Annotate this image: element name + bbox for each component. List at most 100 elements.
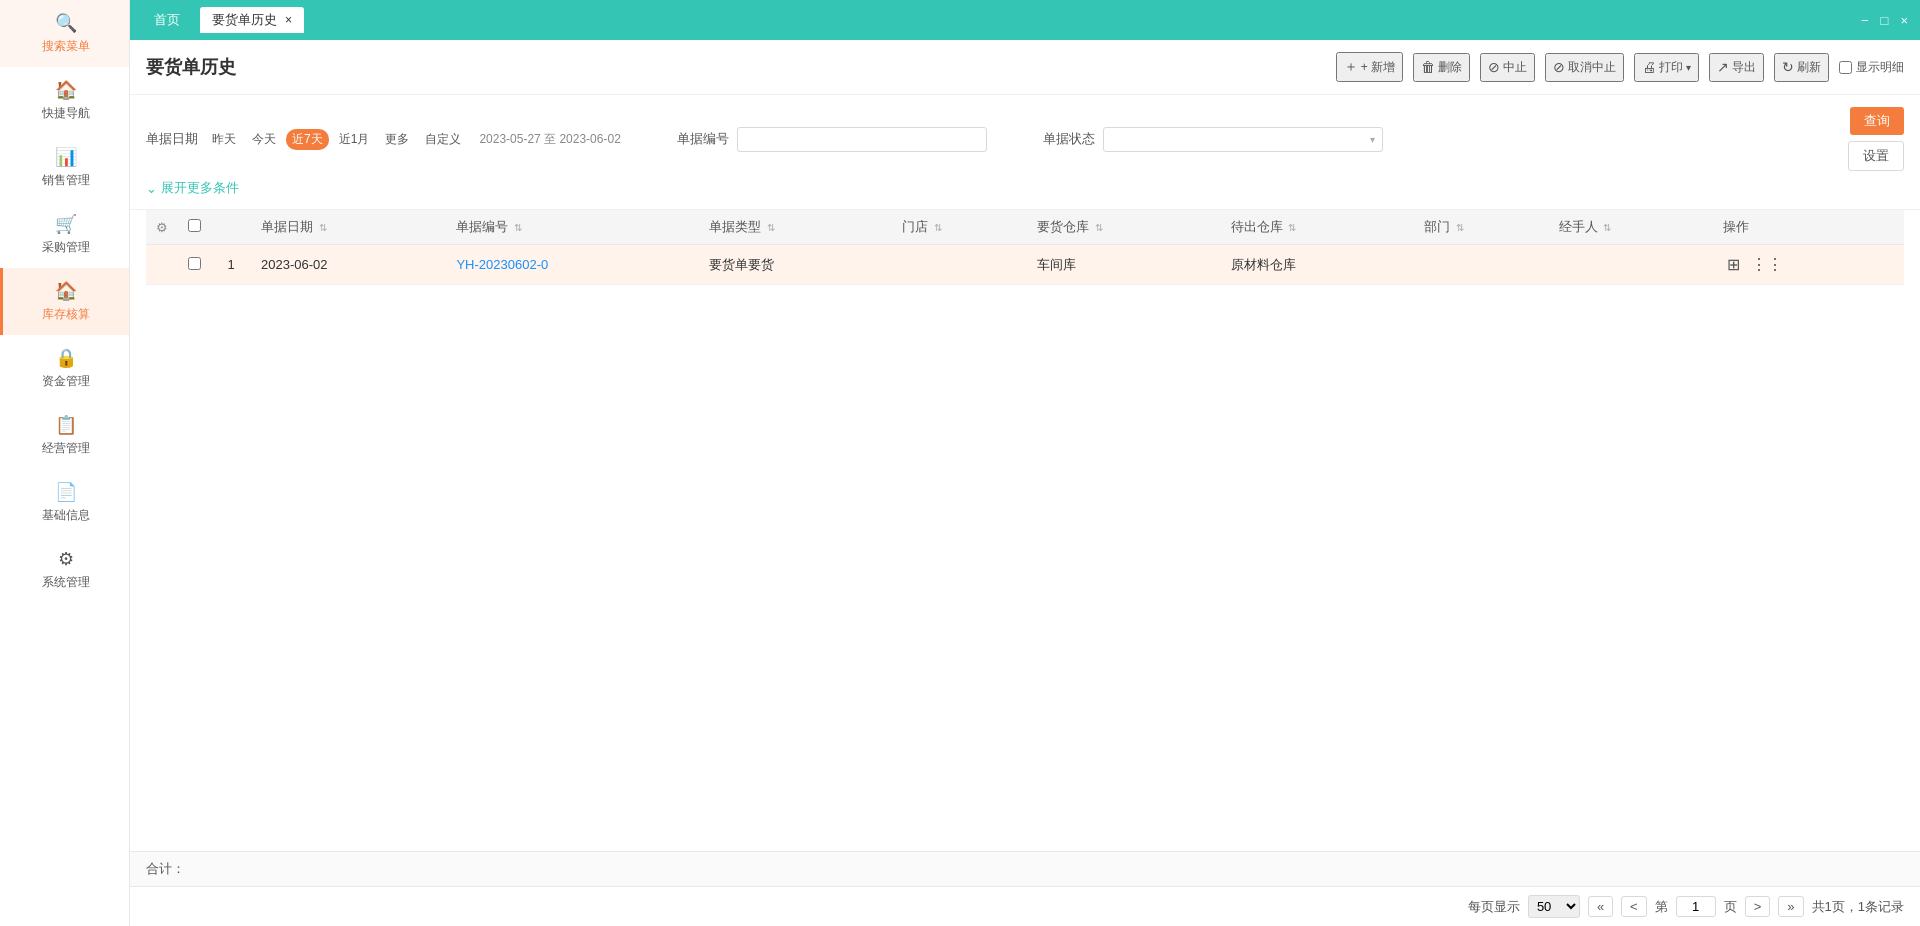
col-req-warehouse: 要货仓库 ⇅ — [1027, 210, 1220, 245]
new-icon: ＋ — [1344, 58, 1358, 76]
req-warehouse-sort-icon[interactable]: ⇅ — [1095, 222, 1103, 233]
sidebar-item-inventory[interactable]: 🏠 库存核算 — [0, 268, 129, 335]
date-sort-icon[interactable]: ⇅ — [319, 222, 327, 233]
data-table: ⚙ 单据日期 ⇅ 单据编号 ⇅ — [146, 210, 1904, 285]
minimize-btn[interactable]: − — [1861, 13, 1869, 28]
tab-active[interactable]: 要货单历史 × — [200, 7, 304, 33]
sidebar-item-label: 搜索菜单 — [42, 38, 90, 55]
expand-more-icon: ⌄ — [146, 181, 157, 196]
content-area: 要货单历史 ＋ + 新增 🗑 删除 ⊘ 中止 ⊘ 取消中止 — [130, 40, 1920, 926]
sidebar-item-label: 系统管理 — [42, 574, 90, 591]
sidebar-item-finance-mgmt[interactable]: 🔒 资金管理 — [0, 335, 129, 402]
purchase-icon: 🛒 — [55, 213, 77, 235]
delete-label: 删除 — [1438, 59, 1462, 76]
summary-label: 合计： — [146, 861, 185, 876]
dept-sort-icon[interactable]: ⇅ — [1456, 222, 1464, 233]
sidebar-item-label: 基础信息 — [42, 507, 90, 524]
system-icon: ⚙ — [58, 548, 74, 570]
suspend-icon: ⊘ — [1488, 59, 1500, 75]
prev-page-btn[interactable]: < — [1621, 896, 1647, 917]
refresh-button[interactable]: ↻ 刷新 — [1774, 53, 1829, 82]
date-btn-more[interactable]: 更多 — [379, 129, 415, 150]
row-checkbox — [178, 245, 211, 285]
topbar-right: − □ × — [1861, 13, 1908, 28]
handler-sort-icon[interactable]: ⇅ — [1603, 222, 1611, 233]
export-button[interactable]: ↗ 导出 — [1709, 53, 1764, 82]
date-btn-today[interactable]: 今天 — [246, 129, 282, 150]
tab-close-icon[interactable]: × — [285, 13, 292, 27]
query-button[interactable]: 查询 — [1850, 107, 1904, 135]
col-num — [211, 210, 251, 245]
total-info: 共1页，1条记录 — [1812, 898, 1904, 916]
status-filter-label: 单据状态 — [1043, 130, 1095, 148]
col-dept-label: 部门 — [1424, 219, 1450, 234]
cancel-suspend-label: 取消中止 — [1568, 59, 1616, 76]
inventory-icon: 🏠 — [55, 280, 77, 302]
maximize-btn[interactable]: □ — [1881, 13, 1889, 28]
first-page-btn[interactable]: « — [1588, 896, 1613, 917]
page-label: 第 — [1655, 898, 1668, 916]
tab-home[interactable]: 首页 — [142, 7, 192, 33]
row-docnum-link[interactable]: YH-20230602-0 — [456, 257, 548, 272]
status-dropdown-icon[interactable]: ▾ — [1370, 134, 1375, 145]
date-btn-yesterday[interactable]: 昨天 — [206, 129, 242, 150]
new-button[interactable]: ＋ + 新增 — [1336, 52, 1403, 82]
docnum-sort-icon[interactable]: ⇅ — [514, 222, 522, 233]
docnum-input[interactable] — [737, 127, 987, 152]
col-store: 门店 ⇅ — [892, 210, 1027, 245]
date-btn-7days[interactable]: 近7天 — [286, 129, 329, 150]
col-checkbox — [178, 210, 211, 245]
sidebar-item-purchase-mgmt[interactable]: 🛒 采购管理 — [0, 201, 129, 268]
sidebar-item-quick-nav[interactable]: 🏠 快捷导航 — [0, 67, 129, 134]
suspend-button[interactable]: ⊘ 中止 — [1480, 53, 1535, 82]
col-operation: 操作 — [1713, 210, 1904, 245]
next-page-btn[interactable]: > — [1745, 896, 1771, 917]
print-button[interactable]: 🖨 打印 ▾ — [1634, 53, 1699, 82]
doctype-sort-icon[interactable]: ⇅ — [767, 222, 775, 233]
finance-icon: 🔒 — [55, 347, 77, 369]
store-sort-icon[interactable]: ⇅ — [934, 222, 942, 233]
per-page-select[interactable]: 50 10 20 100 — [1528, 895, 1580, 918]
row-view-btn[interactable]: ⊞ — [1723, 253, 1744, 276]
sidebar-item-operations-mgmt[interactable]: 📋 经营管理 — [0, 402, 129, 469]
page-input[interactable] — [1676, 896, 1716, 917]
sidebar: 🔍 搜索菜单 🏠 快捷导航 📊 销售管理 🛒 采购管理 🏠 库存核算 🔒 资金管… — [0, 0, 130, 926]
row-checkbox-input[interactable] — [188, 257, 201, 270]
settings-button[interactable]: 设置 — [1848, 141, 1904, 171]
cancel-suspend-button[interactable]: ⊘ 取消中止 — [1545, 53, 1624, 82]
show-detail-toggle[interactable]: 显示明细 — [1839, 59, 1904, 76]
col-pending-warehouse-label: 待出仓库 — [1231, 219, 1283, 234]
col-doctype: 单据类型 ⇅ — [699, 210, 892, 245]
export-label: 导出 — [1732, 59, 1756, 76]
refresh-icon: ↻ — [1782, 59, 1794, 75]
topbar: 首页 要货单历史 × − □ × — [130, 0, 1920, 40]
last-page-btn[interactable]: » — [1778, 896, 1803, 917]
show-detail-label: 显示明细 — [1856, 59, 1904, 76]
date-btn-1month[interactable]: 近1月 — [333, 129, 376, 150]
col-pending-warehouse: 待出仓库 ⇅ — [1221, 210, 1414, 245]
col-dept: 部门 ⇅ — [1414, 210, 1549, 245]
pending-warehouse-sort-icon[interactable]: ⇅ — [1288, 222, 1296, 233]
sidebar-item-label: 采购管理 — [42, 239, 90, 256]
sidebar-item-label: 库存核算 — [42, 306, 90, 323]
expand-more-btn[interactable]: ⌄ 展开更多条件 — [146, 179, 1904, 197]
select-all-checkbox[interactable] — [188, 219, 201, 232]
expand-more-label: 展开更多条件 — [161, 179, 239, 197]
col-settings[interactable]: ⚙ — [146, 210, 178, 245]
row-operation: ⊞ ⋮⋮ — [1713, 245, 1904, 285]
status-input[interactable] — [1103, 127, 1383, 152]
sidebar-item-search-menu[interactable]: 🔍 搜索菜单 — [0, 0, 129, 67]
sidebar-item-system-mgmt[interactable]: ⚙ 系统管理 — [0, 536, 129, 603]
col-date: 单据日期 ⇅ — [251, 210, 446, 245]
operations-icon: 📋 — [55, 414, 77, 436]
sidebar-item-label: 销售管理 — [42, 172, 90, 189]
sidebar-item-sales-mgmt[interactable]: 📊 销售管理 — [0, 134, 129, 201]
filter-date-group: 单据日期 昨天 今天 近7天 近1月 更多 自定义 2023-05-27 至 2… — [146, 129, 621, 150]
row-more-btn[interactable]: ⋮⋮ — [1747, 253, 1787, 276]
sidebar-item-basic-info[interactable]: 📄 基础信息 — [0, 469, 129, 536]
date-btn-custom[interactable]: 自定义 — [419, 129, 467, 150]
close-btn[interactable]: × — [1900, 13, 1908, 28]
sidebar-item-label: 资金管理 — [42, 373, 90, 390]
delete-button[interactable]: 🗑 删除 — [1413, 53, 1470, 82]
show-detail-checkbox[interactable] — [1839, 61, 1852, 74]
